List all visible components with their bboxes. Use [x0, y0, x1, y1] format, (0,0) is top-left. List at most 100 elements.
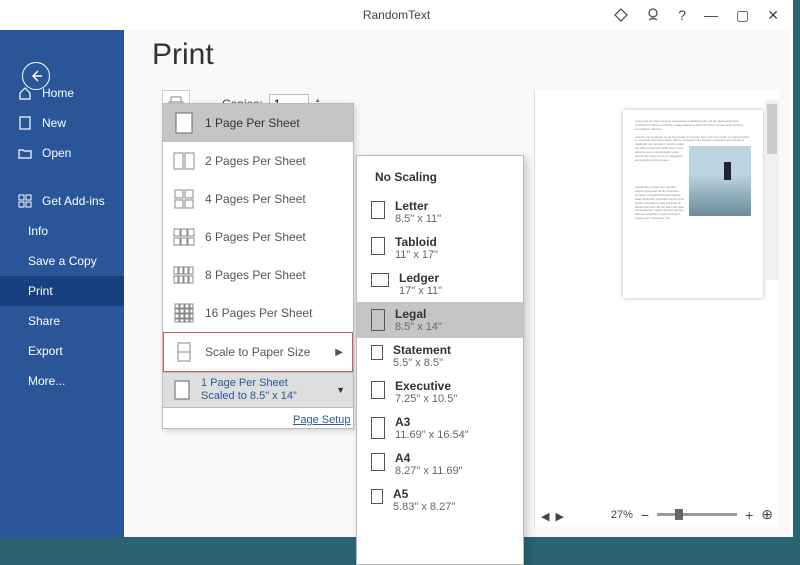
- paper-item-statement[interactable]: Statement5.5" x 8.5": [357, 338, 523, 374]
- zoom-out-button[interactable]: −: [641, 507, 649, 523]
- scrollbar-thumb[interactable]: [767, 104, 777, 154]
- sidebar-label: New: [42, 116, 66, 130]
- menu-item-8-pages[interactable]: 8 Pages Per Sheet: [163, 256, 353, 294]
- paper-icon: [371, 201, 385, 219]
- dropdown-text: 1 Page Per Sheet Scaled to 8.5" x 14": [201, 377, 297, 403]
- zoom-fit-icon[interactable]: ⊕: [761, 506, 773, 523]
- sidebar-item-more[interactable]: More...: [0, 366, 124, 396]
- zoom-controls: 27% − + ⊕: [611, 506, 773, 523]
- paper-icon: [371, 381, 385, 399]
- menu-item-4-pages[interactable]: 4 Pages Per Sheet: [163, 180, 353, 218]
- paper-name: Ledger: [399, 271, 442, 285]
- back-button[interactable]: [22, 62, 50, 90]
- page1-icon: [171, 379, 193, 401]
- paper-item-a5[interactable]: A55.83" x 8.27": [357, 482, 523, 518]
- sidebar-item-addins[interactable]: Get Add-ins: [0, 186, 124, 216]
- sidebar-label: Home: [42, 86, 74, 100]
- sidebar-label: Print: [28, 284, 53, 298]
- zoom-in-button[interactable]: +: [745, 507, 753, 523]
- paper-name: Legal: [395, 307, 442, 321]
- sidebar-label: Export: [28, 344, 63, 358]
- paper-name: A4: [395, 451, 463, 465]
- paper-item-executive[interactable]: Executive7.25" x 10.5": [357, 374, 523, 410]
- zoom-slider[interactable]: [657, 513, 737, 516]
- page-prev-icon[interactable]: ◀: [541, 510, 549, 523]
- sidebar-item-share[interactable]: Share: [0, 306, 124, 336]
- page-setup-link[interactable]: Page Setup: [293, 414, 351, 426]
- chevron-right-icon: ▶: [335, 347, 343, 358]
- paper-dim: 8.5" x 11": [395, 213, 441, 225]
- menu-item-6-pages[interactable]: 6 Pages Per Sheet: [163, 218, 353, 256]
- page6-icon: [173, 226, 195, 248]
- sidebar-item-print[interactable]: Print: [0, 276, 124, 306]
- menu-item-16-pages[interactable]: 16 Pages Per Sheet: [163, 294, 353, 332]
- paper-item-legal[interactable]: Legal8.5" x 14": [357, 302, 523, 338]
- page16-icon: [173, 302, 195, 324]
- chevron-down-icon: ▼: [336, 385, 345, 395]
- paper-item-ledger[interactable]: Ledger17" x 11": [357, 266, 523, 302]
- minimize-button[interactable]: —: [704, 7, 718, 23]
- paper-menu-header[interactable]: No Scaling: [357, 166, 523, 194]
- paper-name: A5: [393, 487, 455, 501]
- help-button[interactable]: ?: [678, 7, 686, 23]
- page-title: Print: [152, 38, 789, 72]
- main-pane: Print Copies: ▲▼ 1 Page Per Sheet 2 Page…: [124, 30, 789, 537]
- menu-label: 6 Pages Per Sheet: [205, 230, 306, 244]
- paper-icon: [371, 309, 385, 331]
- paper-dim: 5.5" x 8.5": [393, 357, 451, 369]
- sidebar-label: Save a Copy: [28, 254, 97, 268]
- paper-icon: [371, 489, 383, 504]
- paper-name: Tabloid: [395, 235, 438, 249]
- preview-page: Lorem ipsum dolor sit amet consectetur a…: [623, 110, 763, 298]
- pages-per-sheet-dropdown[interactable]: 1 Page Per Sheet Scaled to 8.5" x 14" ▼: [162, 372, 354, 408]
- preview-scrollbar[interactable]: [765, 100, 779, 280]
- feedback-icon[interactable]: [646, 8, 660, 22]
- paper-icon: [371, 273, 389, 287]
- preview-image: [689, 146, 751, 216]
- sidebar-label: Open: [42, 146, 71, 160]
- sidebar-item-open[interactable]: Open: [0, 138, 124, 168]
- pages-per-sheet-menu: 1 Page Per Sheet 2 Pages Per Sheet 4 Pag…: [162, 103, 354, 429]
- sidebar-item-save-copy[interactable]: Save a Copy: [0, 246, 124, 276]
- paper-item-a3[interactable]: A311.69" x 16.54": [357, 410, 523, 446]
- paper-name: Statement: [393, 343, 451, 357]
- paper-dim: 11.69" x 16.54": [395, 429, 469, 441]
- open-icon: [18, 146, 32, 160]
- zoom-percent: 27%: [611, 509, 633, 521]
- zoom-handle[interactable]: [675, 509, 683, 520]
- sidebar-item-home[interactable]: Home: [0, 78, 124, 108]
- maximize-button[interactable]: ▢: [736, 7, 749, 24]
- paper-name: A3: [395, 415, 469, 429]
- page-next-icon[interactable]: ▶: [555, 510, 563, 523]
- paper-icon: [371, 453, 385, 471]
- paper-dim: 11" x 17": [395, 249, 438, 261]
- paper-dim: 8.5" x 14": [395, 321, 442, 333]
- menu-item-scale-to-paper[interactable]: Scale to Paper Size ▶: [163, 332, 353, 372]
- new-icon: [18, 116, 32, 130]
- page1-icon: [173, 112, 195, 134]
- menu-label: Scale to Paper Size: [205, 345, 310, 359]
- paper-item-a4[interactable]: A48.27" x 11.69": [357, 446, 523, 482]
- menu-item-1-page[interactable]: 1 Page Per Sheet: [163, 104, 353, 142]
- paper-dim: 5.83" x 8.27": [393, 501, 455, 513]
- menu-label: 1 Page Per Sheet: [205, 116, 300, 130]
- backstage-sidebar: Home New Open Get Add-ins Info Save a Co…: [0, 30, 124, 537]
- menu-item-2-pages[interactable]: 2 Pages Per Sheet: [163, 142, 353, 180]
- paper-name: Letter: [395, 199, 441, 213]
- menu-label: 16 Pages Per Sheet: [205, 306, 312, 320]
- paper-icon: [371, 237, 385, 255]
- paper-name: Executive: [395, 379, 457, 393]
- sidebar-item-info[interactable]: Info: [0, 216, 124, 246]
- sidebar-item-export[interactable]: Export: [0, 336, 124, 366]
- sidebar-label: Get Add-ins: [42, 194, 105, 208]
- paper-size-submenu: No Scaling Letter8.5" x 11" Tabloid11" x…: [356, 155, 524, 565]
- menu-label: 4 Pages Per Sheet: [205, 192, 306, 206]
- diamond-icon[interactable]: [614, 8, 628, 22]
- paper-item-letter[interactable]: Letter8.5" x 11": [357, 194, 523, 230]
- close-button[interactable]: ✕: [767, 7, 779, 24]
- paper-icon: [371, 417, 385, 439]
- sidebar-item-new[interactable]: New: [0, 108, 124, 138]
- paper-dim: 8.27" x 11.69": [395, 465, 463, 477]
- page-nav: ◀ ▶: [541, 510, 564, 523]
- paper-item-tabloid[interactable]: Tabloid11" x 17": [357, 230, 523, 266]
